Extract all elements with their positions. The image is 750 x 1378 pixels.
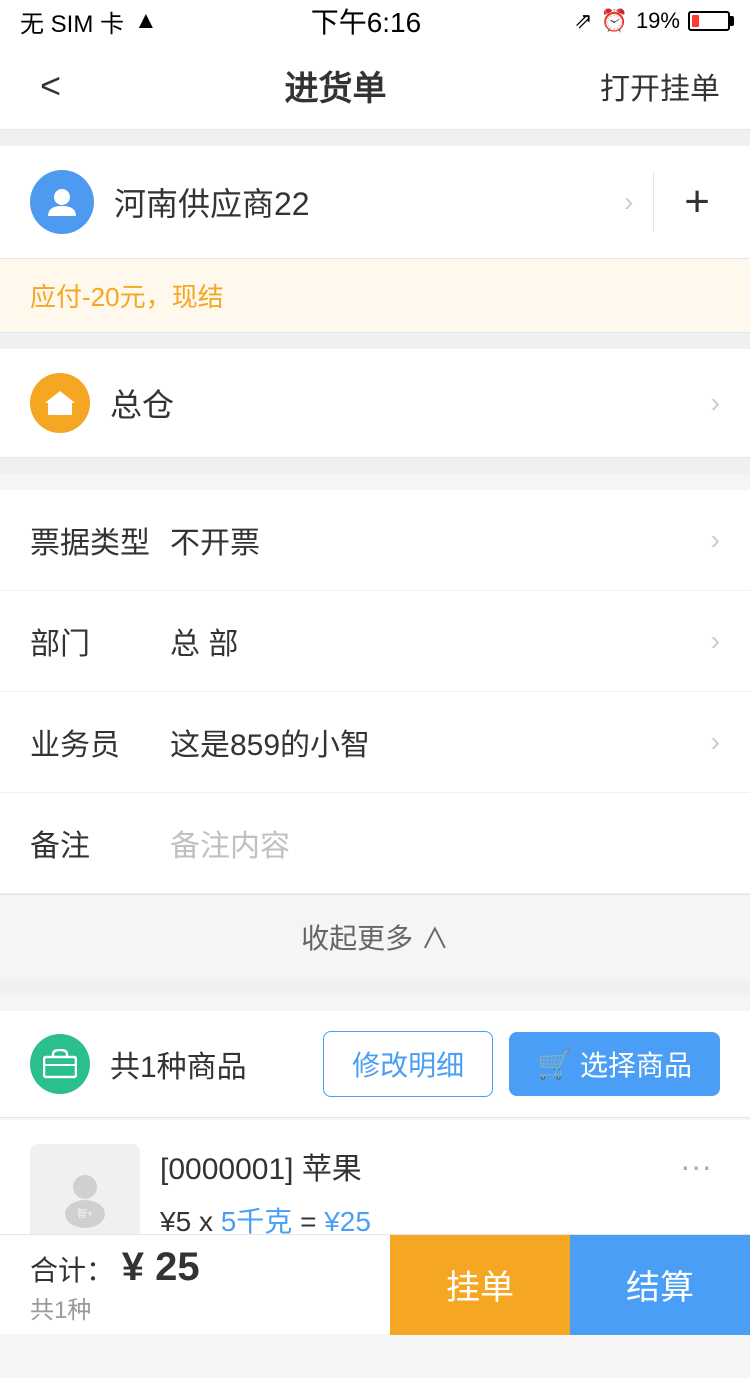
product-code: [0000001] bbox=[160, 1153, 293, 1186]
warehouse-chevron-icon: › bbox=[711, 387, 720, 419]
payment-notice: 应付-20元，现结 bbox=[0, 259, 750, 333]
ticket-type-value: 不开票 bbox=[170, 518, 701, 562]
qty-value: 5千克 bbox=[221, 1206, 293, 1237]
warehouse-icon bbox=[30, 373, 90, 433]
product-name: [0000001] 苹果 bbox=[160, 1144, 672, 1188]
total-area: 合计： ¥ 25 共1种 bbox=[0, 1245, 390, 1325]
status-left: 无 SIM 卡 ▲ bbox=[20, 4, 158, 39]
department-row[interactable]: 部门 总 部 › bbox=[0, 591, 750, 692]
carrier-text: 无 SIM 卡 bbox=[20, 4, 124, 39]
equals-sign: = bbox=[300, 1206, 324, 1237]
alarm-icon: ⏰ bbox=[601, 8, 628, 34]
unit-price: ¥5 bbox=[160, 1206, 191, 1237]
supplier-row[interactable]: 河南供应商22 › bbox=[30, 146, 633, 258]
multiply-sign: x bbox=[199, 1206, 221, 1237]
warehouse-row[interactable]: 总仓 › bbox=[0, 349, 750, 458]
product-more-button[interactable]: ··· bbox=[672, 1144, 720, 1189]
total-price: ¥25 bbox=[324, 1206, 371, 1237]
remark-label: 备注 bbox=[30, 821, 170, 865]
supplier-section: 河南供应商22 › + bbox=[0, 146, 750, 259]
form-section: 票据类型 不开票 › 部门 总 部 › 业务员 这是859的小智 › 备注 备注… bbox=[0, 490, 750, 894]
supplier-name: 河南供应商22 bbox=[114, 179, 614, 225]
product-info: [0000001] 苹果 ¥5 x 5千克 = ¥25 bbox=[160, 1144, 672, 1240]
ticket-type-row[interactable]: 票据类型 不开票 › bbox=[0, 490, 750, 591]
remark-row[interactable]: 备注 备注内容 bbox=[0, 793, 750, 894]
status-bar: 无 SIM 卡 ▲ 下午6:16 ⇗ ⏰ 19% bbox=[0, 0, 750, 42]
open-hold-button[interactable]: 打开挂单 bbox=[600, 64, 720, 108]
remark-value: 备注内容 bbox=[170, 821, 720, 865]
hold-button[interactable]: 挂单 bbox=[390, 1235, 570, 1335]
total-label: 合计： bbox=[30, 1255, 114, 1286]
checkout-button[interactable]: 结算 bbox=[570, 1235, 750, 1335]
select-product-label: 选择商品 bbox=[580, 1044, 692, 1084]
salesman-chevron: › bbox=[711, 726, 720, 758]
salesman-value: 这是859的小智 bbox=[170, 720, 701, 764]
status-right: ⇗ ⏰ 19% bbox=[574, 8, 730, 34]
product-header: 共1种商品 修改明细 🛒 选择商品 bbox=[0, 1011, 750, 1118]
divider-1 bbox=[0, 130, 750, 146]
divider-2 bbox=[0, 333, 750, 349]
total-count: 共1种 bbox=[30, 1290, 360, 1325]
battery-icon bbox=[688, 11, 730, 31]
divider-3 bbox=[0, 458, 750, 474]
wifi-icon: ▲ bbox=[134, 7, 158, 35]
battery-fill bbox=[692, 15, 699, 27]
product-icon bbox=[30, 1034, 90, 1094]
supplier-divider bbox=[653, 172, 654, 232]
total-amount: ¥ 25 bbox=[122, 1245, 200, 1289]
product-title: 苹果 bbox=[302, 1153, 362, 1186]
salesman-label: 业务员 bbox=[30, 720, 170, 764]
department-value: 总 部 bbox=[170, 619, 701, 663]
back-button[interactable]: < bbox=[30, 55, 71, 117]
chevron-icon: › bbox=[624, 186, 633, 218]
ticket-type-label: 票据类型 bbox=[30, 518, 170, 562]
supplier-avatar bbox=[30, 170, 94, 234]
cart-icon: 🛒 bbox=[537, 1048, 572, 1081]
edit-detail-button[interactable]: 修改明细 bbox=[323, 1031, 493, 1097]
department-label: 部门 bbox=[30, 619, 170, 663]
battery-percent: 19% bbox=[636, 8, 680, 34]
total-row: 合计： ¥ 25 bbox=[30, 1245, 360, 1290]
divider-4 bbox=[0, 979, 750, 995]
location-icon: ⇗ bbox=[574, 8, 592, 34]
page-title: 进货单 bbox=[285, 61, 387, 110]
collapse-toggle[interactable]: 收起更多 ∧ bbox=[0, 894, 750, 979]
nav-bar: < 进货单 打开挂单 bbox=[0, 42, 750, 130]
status-time: 下午6:16 bbox=[311, 1, 422, 41]
add-supplier-button[interactable]: + bbox=[674, 167, 720, 237]
salesman-row[interactable]: 业务员 这是859的小智 › bbox=[0, 692, 750, 793]
svg-text:智+: 智+ bbox=[77, 1207, 93, 1220]
bottom-bar: 合计： ¥ 25 共1种 挂单 结算 bbox=[0, 1234, 750, 1334]
ticket-type-chevron: › bbox=[711, 524, 720, 556]
warehouse-name: 总仓 bbox=[110, 380, 701, 426]
department-chevron: › bbox=[711, 625, 720, 657]
product-count: 共1种商品 bbox=[110, 1042, 323, 1086]
select-product-button[interactable]: 🛒 选择商品 bbox=[509, 1032, 720, 1096]
